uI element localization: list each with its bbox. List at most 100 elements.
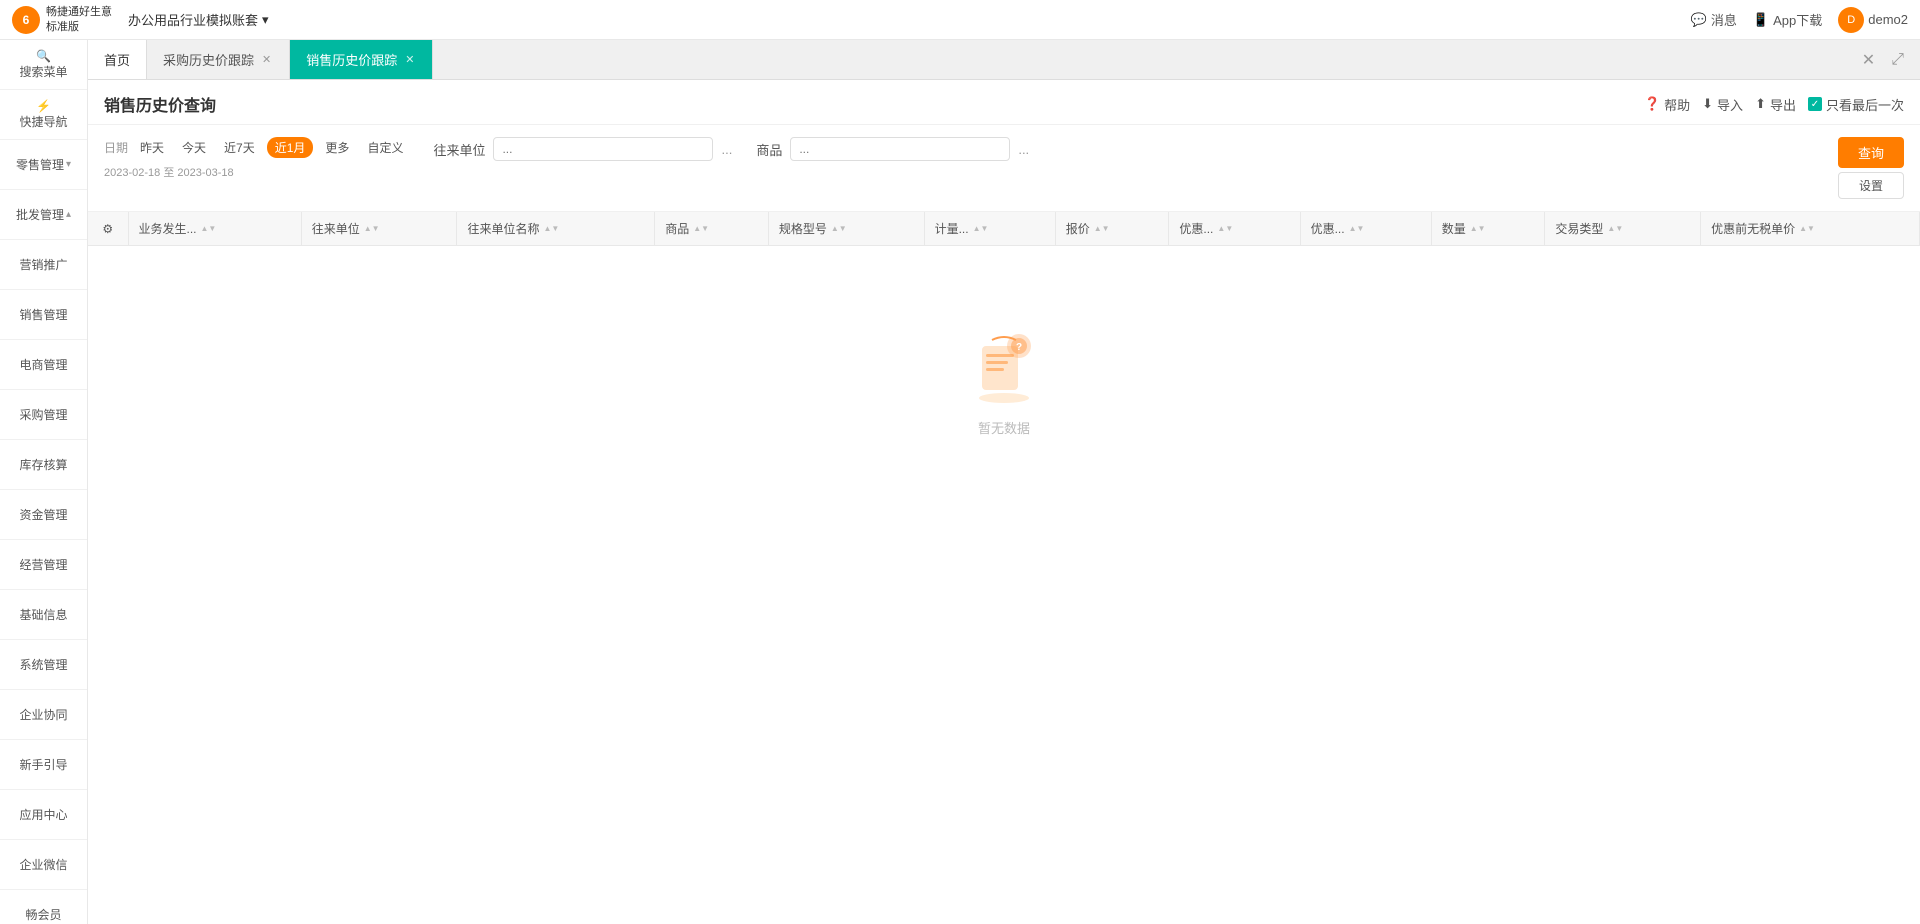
close-tab-button[interactable]: ✕: [1858, 48, 1879, 72]
user-menu[interactable]: D demo2: [1838, 7, 1908, 33]
page-content: 销售历史价查询 ❓ 帮助 ⬇ 导入 ⬆ 导出 ✓: [88, 80, 1920, 924]
from-unit-input[interactable]: [493, 137, 713, 161]
chevron-down-icon: ▾: [66, 159, 71, 170]
date-option-7days[interactable]: 近7天: [218, 137, 261, 158]
tab-close-sales[interactable]: ✕: [403, 51, 416, 68]
sort-icon: ▲▼: [1217, 225, 1233, 233]
page-title: 销售历史价查询: [104, 92, 216, 116]
filter-right-buttons: 查询 设置: [1838, 137, 1904, 199]
date-options-row: 日期 昨天 今天 近7天 近1月 更多 自定义: [104, 137, 409, 158]
chevron-down-icon: ▾: [262, 12, 269, 28]
empty-state: ? 暂无数据: [88, 246, 1920, 517]
logo-text: 畅捷通好生意 标准版: [46, 5, 112, 34]
goods-input[interactable]: [790, 137, 1010, 161]
th-discount1[interactable]: 优惠... ▲▼: [1169, 212, 1300, 246]
chevron-up-icon: ▴: [66, 209, 71, 220]
sort-icon: ▲▼: [973, 225, 989, 233]
sidebar-item-retail-mgmt[interactable]: 零售管理 ▾: [0, 140, 87, 190]
msg-button[interactable]: 💬 消息: [1691, 10, 1737, 29]
sidebar-item-enterprise-collab[interactable]: 企业协同: [0, 690, 87, 740]
header-right: 💬 消息 📱 App下载 D demo2: [1691, 7, 1908, 33]
sidebar-item-basic-info[interactable]: 基础信息: [0, 590, 87, 640]
message-icon: 💬: [1691, 12, 1707, 28]
sidebar-item-wholesale-mgmt[interactable]: 批发管理 ▴: [0, 190, 87, 240]
sidebar-item-marketing[interactable]: 营销推广: [0, 240, 87, 290]
sidebar-item-system[interactable]: 系统管理: [0, 640, 87, 690]
export-button[interactable]: ⬆ 导出: [1755, 95, 1796, 114]
import-button[interactable]: ⬇ 导入: [1702, 95, 1743, 114]
sort-icon: ▲▼: [201, 225, 217, 233]
top-header: 6 畅捷通好生意 标准版 办公用品行业模拟账套 ▾ 💬 消息 📱 App下载 D…: [0, 0, 1920, 40]
from-unit-dots: ...: [721, 142, 732, 157]
sidebar-item-purchase[interactable]: 采购管理: [0, 390, 87, 440]
from-unit-filter: 往来单位 ...: [433, 137, 732, 161]
logo-area: 6 畅捷通好生意 标准版: [12, 5, 112, 34]
sidebar-item-new-guide[interactable]: 新手引导: [0, 740, 87, 790]
help-button[interactable]: ❓ 帮助: [1644, 95, 1690, 114]
goods-dots: ...: [1018, 142, 1029, 157]
sidebar-item-operations[interactable]: 经营管理: [0, 540, 87, 590]
app-selector[interactable]: 办公用品行业模拟账套 ▾: [120, 6, 277, 33]
sidebar-item-enterprise-wechat[interactable]: 企业微信: [0, 840, 87, 890]
date-option-more[interactable]: 更多: [319, 137, 355, 158]
date-option-custom[interactable]: 自定义: [361, 137, 409, 158]
sort-icon: ▲▼: [1799, 225, 1815, 233]
date-range-text: 2023-02-18 至 2023-03-18: [104, 164, 409, 180]
page-actions: ❓ 帮助 ⬇ 导入 ⬆ 导出 ✓ 只看最后一次: [1644, 95, 1904, 114]
sort-icon: ▲▼: [364, 225, 380, 233]
tab-purchase-history[interactable]: 采购历史价跟踪 ✕: [147, 40, 290, 79]
query-button[interactable]: 查询: [1838, 137, 1904, 168]
th-unit-name[interactable]: 往来单位名称 ▲▼: [457, 212, 655, 246]
content-area: 首页 采购历史价跟踪 ✕ 销售历史价跟踪 ✕ ✕ ⤢ 销售历史价查询: [88, 40, 1920, 924]
sidebar-item-search-menu[interactable]: 🔍 搜索菜单: [0, 40, 87, 90]
th-gear[interactable]: ⚙: [88, 212, 128, 246]
tab-close-purchase[interactable]: ✕: [260, 51, 273, 68]
sort-icon: ▲▼: [1094, 225, 1110, 233]
logo-icon: 6: [12, 6, 40, 34]
th-qty[interactable]: 数量 ▲▼: [1431, 212, 1545, 246]
sidebar-item-member[interactable]: 畅会员: [0, 890, 87, 924]
settings-button[interactable]: 设置: [1838, 172, 1904, 199]
sort-icon: ▲▼: [1349, 225, 1365, 233]
import-icon: ⬇: [1702, 96, 1713, 112]
table-header-row: ⚙ 业务发生... ▲▼ 往来单位 ▲▼: [88, 212, 1920, 246]
th-goods[interactable]: 商品 ▲▼: [655, 212, 769, 246]
tab-bar: 首页 采购历史价跟踪 ✕ 销售历史价跟踪 ✕ ✕ ⤢: [88, 40, 1920, 80]
date-option-today[interactable]: 今天: [176, 137, 212, 158]
sort-icon: ▲▼: [831, 225, 847, 233]
sidebar-item-app-center[interactable]: 应用中心: [0, 790, 87, 840]
sort-icon: ▲▼: [1470, 225, 1486, 233]
date-label: 日期: [104, 139, 128, 156]
tab-controls: ✕ ⤢: [1858, 48, 1920, 72]
data-table: ⚙ 业务发生... ▲▼ 往来单位 ▲▼: [88, 212, 1920, 246]
th-spec[interactable]: 规格型号 ▲▼: [768, 212, 924, 246]
checkbox-icon: ✓: [1808, 97, 1822, 111]
from-unit-label: 往来单位: [433, 140, 485, 159]
sidebar-item-finance[interactable]: 资金管理: [0, 490, 87, 540]
export-icon: ⬆: [1755, 96, 1766, 112]
only-last-checkbox[interactable]: ✓ 只看最后一次: [1808, 95, 1904, 114]
svg-text:?: ?: [1016, 342, 1022, 353]
th-unit-code[interactable]: 往来单位 ▲▼: [301, 212, 457, 246]
th-discount2[interactable]: 优惠... ▲▼: [1300, 212, 1431, 246]
help-icon: ❓: [1644, 96, 1660, 112]
th-biz-date[interactable]: 业务发生... ▲▼: [128, 212, 301, 246]
sidebar-item-sales-mgmt[interactable]: 销售管理: [0, 290, 87, 340]
th-pre-tax-price[interactable]: 优惠前无税单价 ▲▼: [1701, 212, 1920, 246]
th-quote-price[interactable]: 报价 ▲▼: [1055, 212, 1169, 246]
nav-icon: ⚡: [36, 99, 51, 113]
tab-sales-history[interactable]: 销售历史价跟踪 ✕: [290, 40, 433, 79]
sidebar-item-quick-nav[interactable]: ⚡ 快捷导航: [0, 90, 87, 140]
app-download-button[interactable]: 📱 App下载: [1753, 10, 1822, 29]
phone-icon: 📱: [1753, 12, 1769, 28]
date-option-yesterday[interactable]: 昨天: [134, 137, 170, 158]
main-layout: 🔍 搜索菜单 ⚡ 快捷导航 零售管理 ▾ 批发管理 ▴ 营销推广 销售管理 电商…: [0, 40, 1920, 924]
date-option-1month[interactable]: 近1月: [267, 137, 314, 158]
page-header: 销售历史价查询 ❓ 帮助 ⬇ 导入 ⬆ 导出 ✓: [88, 80, 1920, 125]
sidebar-item-ecommerce[interactable]: 电商管理: [0, 340, 87, 390]
maximize-button[interactable]: ⤢: [1887, 49, 1908, 71]
th-trade-type[interactable]: 交易类型 ▲▼: [1545, 212, 1701, 246]
sidebar-item-inventory[interactable]: 库存核算: [0, 440, 87, 490]
tab-home[interactable]: 首页: [88, 40, 147, 79]
th-unit[interactable]: 计量... ▲▼: [924, 212, 1055, 246]
